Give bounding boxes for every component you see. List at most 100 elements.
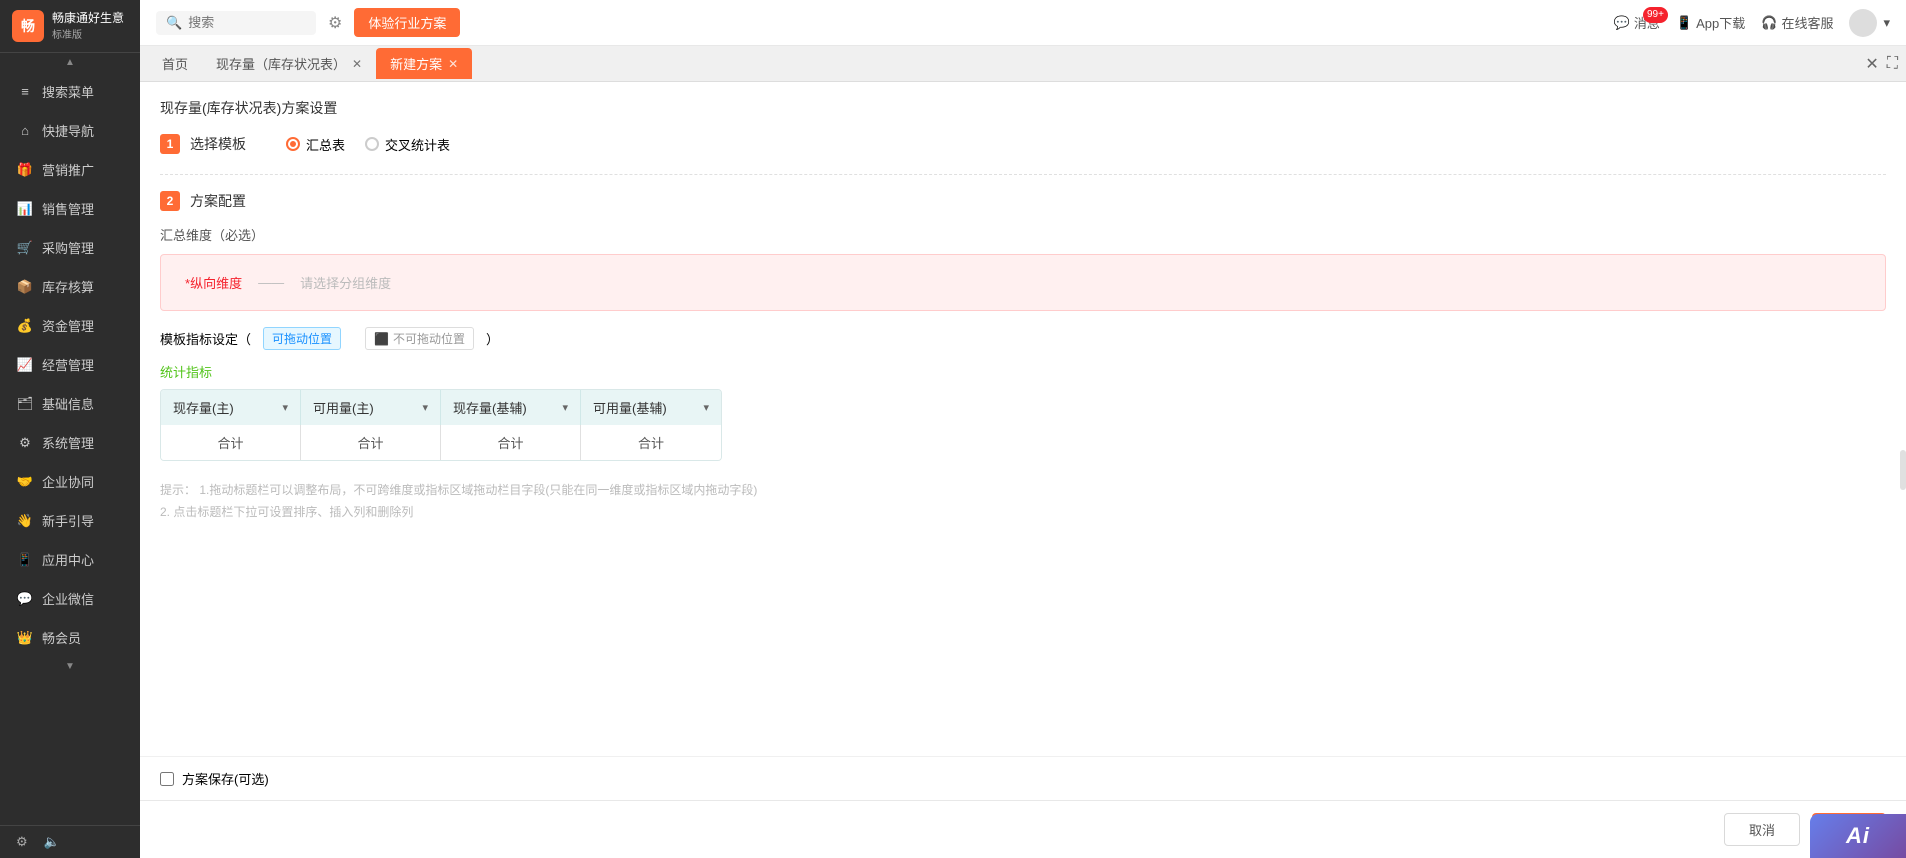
- radio-summary-circle[interactable]: [286, 137, 300, 151]
- stats-cell-3: 合计: [581, 425, 721, 460]
- bottom-bar: 取消 查询: [140, 800, 1906, 858]
- sidebar-item-label: 企业协同: [42, 472, 94, 491]
- cancel-button[interactable]: 取消: [1724, 813, 1800, 846]
- search-box[interactable]: 🔍: [156, 11, 316, 35]
- chevron-col2-icon[interactable]: ▾: [562, 401, 568, 414]
- purchase-icon: 🛒: [16, 239, 34, 257]
- chevron-col3-icon[interactable]: ▾: [703, 401, 709, 414]
- app-download-label: App下载: [1696, 13, 1745, 32]
- sidebar-item-new-guide[interactable]: 👋 新手引导: [0, 501, 140, 540]
- sidebar-item-label: 新手引导: [42, 511, 94, 530]
- topbar-settings-icon[interactable]: ⚙: [328, 13, 342, 33]
- sidebar-item-sales[interactable]: 📊 销售管理: [0, 189, 140, 228]
- non-draggable-badge: ⬛ 不可拖动位置: [365, 327, 474, 350]
- sidebar-item-company[interactable]: 🤝 企业协同: [0, 462, 140, 501]
- sidebar-item-system[interactable]: ⚙ 系统管理: [0, 423, 140, 462]
- config-section: 汇总维度（必选） *纵向维度 —— 请选择分组维度: [160, 225, 1886, 523]
- sidebar-item-quick-nav[interactable]: ⌂ 快捷导航: [0, 111, 140, 150]
- user-avatar-btn[interactable]: ▾: [1849, 9, 1890, 37]
- radio-cross[interactable]: 交叉统计表: [365, 135, 450, 154]
- search-icon: 🔍: [166, 15, 182, 31]
- sidebar-item-marketing[interactable]: 🎁 营销推广: [0, 150, 140, 189]
- stats-cell-1: 合计: [301, 425, 441, 460]
- marketing-icon: 🎁: [16, 161, 34, 179]
- stats-col-0[interactable]: 现存量(主) ▾: [161, 390, 301, 425]
- tip2-text: 2. 点击标题栏下拉可设置排序、插入列和删除列: [160, 502, 1886, 524]
- online-service-label: 在线客服: [1781, 13, 1833, 32]
- sidebar-item-label: 搜索菜单: [42, 82, 94, 101]
- ai-badge[interactable]: Ai: [1810, 814, 1906, 858]
- sidebar-item-inventory[interactable]: 📦 库存核算: [0, 267, 140, 306]
- message-icon: 💬: [1614, 15, 1630, 31]
- company-icon: 🤝: [16, 473, 34, 491]
- settings-bottom-icon[interactable]: ⚙: [16, 834, 28, 850]
- section-config: 2 方案配置 汇总维度（必选） *纵向维度 —— 请选: [160, 191, 1886, 523]
- section1-title: 选择模板: [190, 134, 246, 154]
- sidebar-item-label: 快捷导航: [42, 121, 94, 140]
- sidebar: 畅 畅康通好生意 标准版 ▲ ≡ 搜索菜单 ⌂ 快捷导航 🎁 营销推广 📊 销售…: [0, 0, 140, 858]
- topbar: 🔍 ⚙ 体验行业方案 💬 消息 99+ 📱 App下载 🎧 在线客服 ▾: [140, 0, 1906, 46]
- stats-col-1[interactable]: 可用量(主) ▾: [301, 390, 441, 425]
- sidebar-item-app-center[interactable]: 📱 应用中心: [0, 540, 140, 579]
- sidebar-item-label: 应用中心: [42, 550, 94, 569]
- wechat-icon: 💬: [16, 590, 34, 608]
- dimension-box[interactable]: *纵向维度 —— 请选择分组维度: [160, 254, 1886, 311]
- user-avatar: [1849, 9, 1877, 37]
- sidebar-item-label: 库存核算: [42, 277, 94, 296]
- tips-title: 提示： 1.拖动标题栏可以调整布局，不可跨维度或指标区域拖动栏目字段(只能在同一…: [160, 480, 1886, 502]
- vertical-dimension-label: *纵向维度: [185, 273, 242, 292]
- sidebar-item-finance[interactable]: 💰 资金管理: [0, 306, 140, 345]
- sidebar-item-wechat[interactable]: 💬 企业微信: [0, 579, 140, 618]
- tab-new-scheme[interactable]: 新建方案 ✕: [376, 48, 472, 79]
- resize-handle[interactable]: [1900, 450, 1906, 490]
- stats-col-3[interactable]: 可用量(基辅) ▾: [581, 390, 721, 425]
- tab-close-inventory[interactable]: ✕: [352, 57, 362, 71]
- speaker-icon[interactable]: 🔈: [44, 834, 60, 850]
- tab-bar: 首页 现存量（库存状况表） ✕ 新建方案 ✕ ✕ ⛶: [140, 46, 1906, 82]
- main-content: 🔍 ⚙ 体验行业方案 💬 消息 99+ 📱 App下载 🎧 在线客服 ▾: [140, 0, 1906, 858]
- page-content: 现存量(库存状况表)方案设置 1 选择模板 汇总表: [140, 82, 1906, 559]
- chevron-col0-icon[interactable]: ▾: [282, 401, 288, 414]
- window-expand-btn[interactable]: ⛶: [1887, 55, 1898, 73]
- tab-home[interactable]: 首页: [148, 48, 202, 79]
- logo-text: 畅康通好生意 标准版: [52, 11, 124, 42]
- radio-cross-circle[interactable]: [365, 137, 379, 151]
- radio-cross-label: 交叉统计表: [385, 135, 450, 154]
- stats-col-2[interactable]: 现存量(基辅) ▾: [441, 390, 581, 425]
- app-center-icon: 📱: [16, 551, 34, 569]
- indicator-settings-label: 模板指标设定（: [160, 329, 251, 348]
- sidebar-item-purchase[interactable]: 🛒 采购管理: [0, 228, 140, 267]
- section-template: 1 选择模板 汇总表 交叉统计表: [160, 134, 1886, 154]
- stats-section: 统计指标 现存量(主) ▾ 可用量(主) ▾: [160, 362, 1886, 464]
- save-checkbox[interactable]: [160, 772, 174, 786]
- window-close-btn[interactable]: ✕: [1865, 54, 1878, 74]
- online-service-btn[interactable]: 🎧 在线客服: [1761, 13, 1833, 32]
- sidebar-item-label: 经营管理: [42, 355, 94, 374]
- sidebar-scroll-up[interactable]: ▲: [0, 53, 140, 72]
- trial-btn[interactable]: 体验行业方案: [354, 8, 460, 37]
- section2-header: 2 方案配置: [160, 191, 1886, 211]
- dimension-sep: ——: [258, 275, 284, 290]
- sidebar-item-operations[interactable]: 📈 经营管理: [0, 345, 140, 384]
- sidebar-bottom: ⚙ 🔈: [0, 825, 140, 858]
- chevron-col1-icon[interactable]: ▾: [422, 401, 428, 414]
- app-download-btn[interactable]: 📱 App下载: [1676, 13, 1745, 32]
- system-icon: ⚙: [16, 434, 34, 452]
- sidebar-item-search[interactable]: ≡ 搜索菜单: [0, 72, 140, 111]
- search-input[interactable]: [188, 15, 298, 30]
- logo-icon: 畅: [12, 10, 44, 42]
- sidebar-item-label: 企业微信: [42, 589, 94, 608]
- stats-cell-2: 合计: [441, 425, 581, 460]
- sidebar-item-basic-info[interactable]: 🗂 基础信息: [0, 384, 140, 423]
- message-btn[interactable]: 💬 消息 99+: [1614, 13, 1660, 32]
- app-download-icon: 📱: [1676, 15, 1692, 31]
- sidebar-item-label: 系统管理: [42, 433, 94, 452]
- sidebar-scroll-down[interactable]: ▼: [0, 657, 140, 676]
- tab-inventory-status[interactable]: 现存量（库存状况表） ✕: [202, 48, 376, 79]
- non-draggable-icon: ⬛: [374, 332, 389, 346]
- sidebar-item-member[interactable]: 👑 畅会员: [0, 618, 140, 657]
- stats-table: 现存量(主) ▾ 可用量(主) ▾ 现存量(基辅): [160, 389, 722, 461]
- tab-close-new-scheme[interactable]: ✕: [448, 57, 458, 71]
- message-badge: 99+: [1643, 7, 1668, 23]
- radio-summary[interactable]: 汇总表: [286, 135, 345, 154]
